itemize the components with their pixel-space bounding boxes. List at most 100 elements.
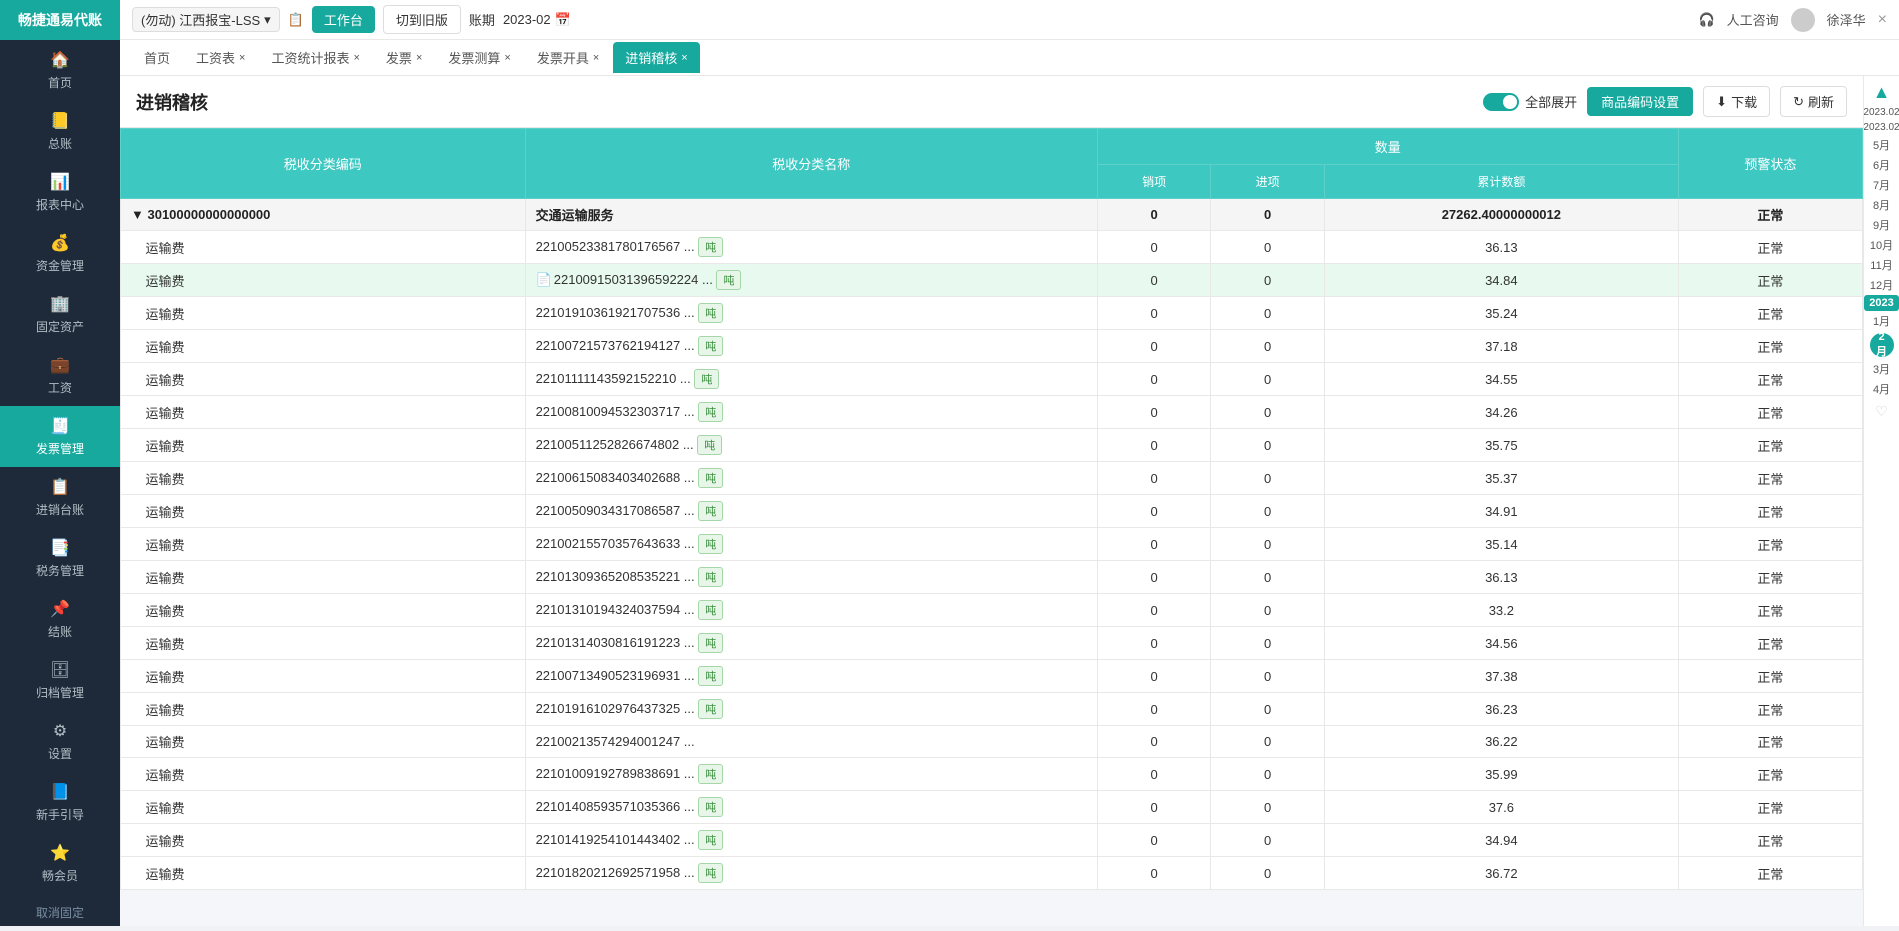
sidebar-item-reports[interactable]: 📊 报表中心 (0, 162, 120, 223)
table-row[interactable]: 运输费 22100215570357643633 ... 吨 0 0 35.14… (121, 528, 1863, 561)
copy-icon[interactable]: 📋 (288, 12, 304, 28)
switch-version-button[interactable]: 切到旧版 (383, 5, 461, 34)
row-invoice: 22100509034317086587 ... 吨 (525, 495, 1097, 528)
sidebar-item-finance[interactable]: 💰 资金管理 (0, 223, 120, 284)
table-row[interactable]: 运输费 22101916102976437325 ... 吨 0 0 36.23… (121, 693, 1863, 726)
company-selector[interactable]: (勿动) 江西报宝-LSS ▾ (132, 7, 280, 32)
tab-invoice-issue[interactable]: 发票开具 × (525, 42, 611, 73)
sidebar-item-home[interactable]: 🏠 首页 (0, 40, 120, 101)
tab-salary-stats[interactable]: 工资统计报表 × (259, 42, 371, 73)
unit-tag: 吨 (698, 797, 723, 817)
table-row[interactable]: 运输费 22100810094532303717 ... 吨 0 0 34.26… (121, 396, 1863, 429)
calendar-icon[interactable]: 📅 (555, 12, 571, 28)
tab-home[interactable]: 首页 (132, 42, 182, 73)
sidebar-item-archive[interactable]: 🗄 归档管理 (0, 650, 120, 711)
tab-invoice-calc[interactable]: 发票测算 × (436, 42, 522, 73)
right-panel-month-12[interactable]: 12月 (1864, 275, 1899, 295)
table-row[interactable]: 运输费 22100721573762194127 ... 吨 0 0 37.18… (121, 330, 1863, 363)
tab-sales-check-close[interactable]: × (681, 52, 687, 64)
tab-salary-close[interactable]: × (239, 52, 245, 64)
row-invoice: 22101111143592152210 ... 吨 (525, 363, 1097, 396)
sidebar-item-vip[interactable]: ⭐ 畅会员 (0, 833, 120, 894)
right-panel-month-5[interactable]: 5月 (1864, 135, 1899, 155)
tab-salary-stats-close[interactable]: × (353, 52, 359, 64)
download-label: 下载 (1731, 92, 1757, 111)
sidebar-item-salary[interactable]: 💼 工资 (0, 345, 120, 406)
row-sales: 0 (1097, 462, 1211, 495)
row-cumulative: 34.55 (1324, 363, 1678, 396)
unit-tag: 吨 (698, 600, 723, 620)
tab-salary[interactable]: 工资表 × (184, 42, 257, 73)
col-sales: 销项 (1097, 165, 1211, 199)
row-cumulative: 36.22 (1324, 726, 1678, 758)
right-panel-month-2[interactable]: 2月 (1870, 333, 1894, 357)
sidebar-item-invoice[interactable]: 🧾 发票管理 (0, 406, 120, 467)
row-purchase: 0 (1211, 693, 1325, 726)
col-status: 预警状态 (1678, 129, 1862, 199)
table-row[interactable]: 运输费 22101009192789838691 ... 吨 0 0 35.99… (121, 758, 1863, 791)
right-panel-month-11[interactable]: 11月 (1864, 255, 1899, 275)
sidebar-unpin[interactable]: 取消固定 (0, 894, 120, 931)
table-row[interactable]: 运输费 22101111143592152210 ... 吨 0 0 34.55… (121, 363, 1863, 396)
tab-invoice-calc-close[interactable]: × (504, 52, 510, 64)
right-panel-month-7[interactable]: 7月 (1864, 175, 1899, 195)
right-panel-year-2023[interactable]: 2023 (1864, 295, 1899, 311)
workspace-button[interactable]: 工作台 (312, 6, 375, 33)
table-row[interactable]: 运输费 22100511252826674802 ... 吨 0 0 35.75… (121, 429, 1863, 462)
right-panel-month-6[interactable]: 6月 (1864, 155, 1899, 175)
row-name: 运输费 (121, 528, 526, 561)
unit-tag: 吨 (698, 830, 723, 850)
right-panel-up[interactable]: ▲ (1871, 80, 1893, 105)
sidebar-item-label: 设置 (48, 745, 72, 762)
tab-invoice[interactable]: 发票 × (374, 42, 434, 73)
right-panel-month-9[interactable]: 9月 (1864, 215, 1899, 235)
table-row[interactable]: 运输费 22100713490523196931 ... 吨 0 0 37.38… (121, 660, 1863, 693)
download-button[interactable]: ⬇ 下载 (1703, 86, 1770, 117)
tax-icon: 📑 (50, 538, 70, 558)
unit-tag: 吨 (698, 764, 723, 784)
tab-salary-stats-label: 工资统计报表 (271, 48, 349, 67)
close-icon[interactable]: × (1878, 11, 1887, 29)
table-row[interactable]: 运输费 22101910361921707536 ... 吨 0 0 35.24… (121, 297, 1863, 330)
table-row[interactable]: 运输费 22101419254101443402 ... 吨 0 0 34.94… (121, 824, 1863, 857)
sidebar-item-tax[interactable]: 📑 税务管理 (0, 528, 120, 589)
sidebar-item-purchase-sales[interactable]: 📋 进销台账 (0, 467, 120, 528)
tab-invoice-close[interactable]: × (416, 52, 422, 64)
table-row[interactable]: 运输费 22101310194324037594 ... 吨 0 0 33.2 … (121, 594, 1863, 627)
col-qty-group: 数量 (1097, 129, 1678, 165)
table-row[interactable]: 运输费 22101408593571035366 ... 吨 0 0 37.6 … (121, 791, 1863, 824)
refresh-button[interactable]: ↻ 刷新 (1780, 86, 1847, 117)
sidebar-item-guide[interactable]: 📘 新手引导 (0, 772, 120, 833)
sidebar-item-settings[interactable]: ⚙ 设置 (0, 711, 120, 772)
row-purchase: 0 (1211, 857, 1325, 890)
tab-invoice-issue-close[interactable]: × (593, 52, 599, 64)
right-panel-month-8[interactable]: 8月 (1864, 195, 1899, 215)
right-panel-month-3[interactable]: 3月 (1864, 359, 1899, 379)
right-panel-heart: ♡ (1875, 403, 1888, 420)
right-panel-month-1[interactable]: 1月 (1864, 311, 1899, 331)
table-row[interactable]: 运输费 📄22100915031396592224 ... 吨 0 0 34.8… (121, 264, 1863, 297)
sidebar-item-closing[interactable]: 📌 结账 (0, 589, 120, 650)
right-panel-month-10[interactable]: 10月 (1864, 235, 1899, 255)
table-row[interactable]: 运输费 22100213574294001247 ... 0 0 36.22 正… (121, 726, 1863, 758)
row-cumulative: 34.26 (1324, 396, 1678, 429)
row-cumulative: 36.13 (1324, 231, 1678, 264)
expand-toggle[interactable] (1483, 93, 1519, 111)
settings-button[interactable]: 商品编码设置 (1587, 87, 1693, 116)
table-row[interactable]: 运输费 22101309365208535221 ... 吨 0 0 36.13… (121, 561, 1863, 594)
table-row[interactable]: 运输费 22100615083403402688 ... 吨 0 0 35.37… (121, 462, 1863, 495)
support-label[interactable]: 人工咨询 (1727, 10, 1779, 29)
sidebar-item-assets[interactable]: 🏢 固定资产 (0, 284, 120, 345)
sidebar-item-ledger[interactable]: 📒 总账 (0, 101, 120, 162)
table-row[interactable]: 运输费 22101314030816191223 ... 吨 0 0 34.56… (121, 627, 1863, 660)
unit-tag: 吨 (698, 237, 723, 257)
table-row[interactable]: 运输费 22100509034317086587 ... 吨 0 0 34.91… (121, 495, 1863, 528)
unit-tag: 吨 (694, 369, 719, 389)
tab-sales-check[interactable]: 进销稽核 × (613, 42, 699, 73)
table-row[interactable]: 运输费 22101820212692571958 ... 吨 0 0 36.72… (121, 857, 1863, 890)
col-tax-code: 税收分类编码 (121, 129, 526, 199)
right-panel-month-4[interactable]: 4月 (1864, 379, 1899, 399)
row-invoice: 22100213574294001247 ... (525, 726, 1097, 758)
table-row[interactable]: 运输费 22100523381780176567 ... 吨 0 0 36.13… (121, 231, 1863, 264)
row-purchase: 0 (1211, 660, 1325, 693)
